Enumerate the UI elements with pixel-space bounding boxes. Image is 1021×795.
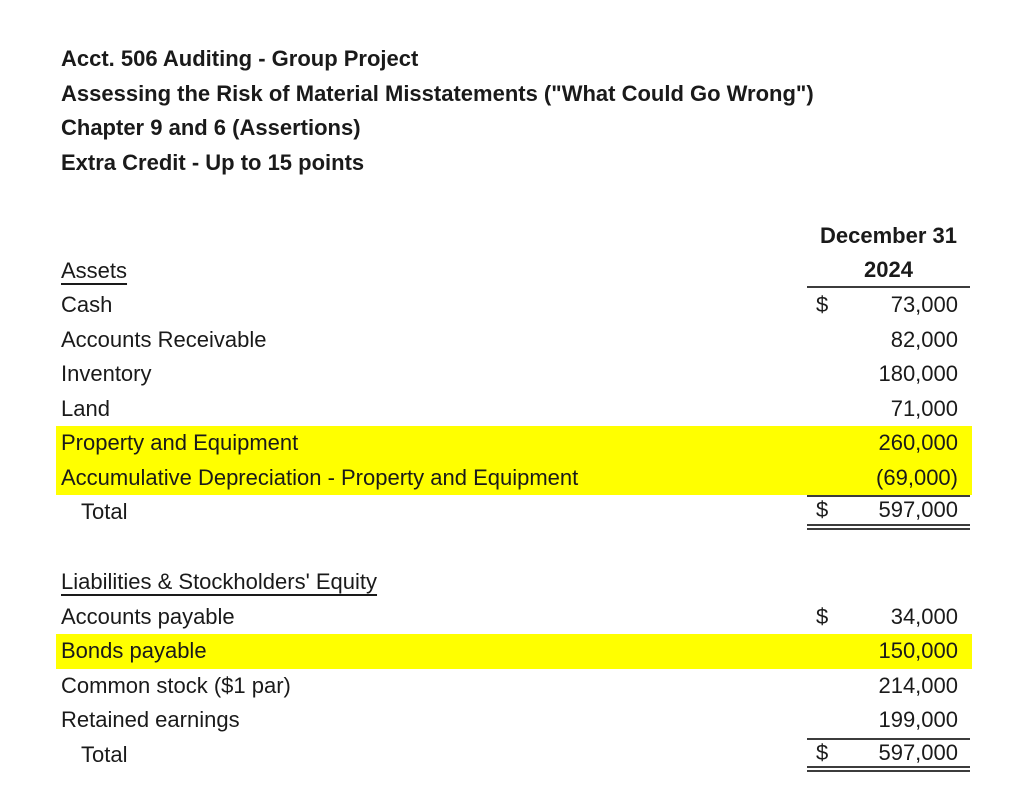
row-label: Bonds payable [61, 638, 207, 664]
row-amount: 73,000 [890, 292, 958, 318]
table-row: Inventory 180,000 [56, 357, 972, 392]
balance-sheet-table: December 31 Assets 2024 Cash $ 73,000 Ac… [56, 219, 972, 772]
assets-section-title: Assets [61, 257, 128, 283]
worksheet: Acct. 506 Auditing - Group Project Asses… [0, 0, 1021, 795]
assets-total-row: Total $ 597,000 [56, 495, 972, 530]
row-label: Inventory [61, 361, 152, 387]
row-amount: 214,000 [878, 672, 958, 698]
empty-header-cell [807, 565, 970, 600]
row-label: Property and Equipment [61, 430, 299, 456]
row-label: Cash [61, 292, 113, 318]
row-label: Accumulative Depreciation - Property and… [61, 464, 579, 490]
document-title-block: Acct. 506 Auditing - Group Project Asses… [61, 42, 814, 181]
title-line-course: Acct. 506 Auditing - Group Project [61, 46, 419, 71]
row-label: Land [61, 395, 110, 421]
row-amount: 34,000 [890, 603, 958, 629]
row-amount: (69,000) [876, 464, 958, 490]
row-label: Retained earnings [61, 707, 240, 733]
date-column-header: December 31 [820, 223, 957, 249]
table-row: Common stock ($1 par) 214,000 [56, 669, 972, 704]
row-amount: 150,000 [878, 638, 958, 664]
amount-cell: 150,000 [807, 634, 970, 669]
currency-symbol: $ [816, 497, 829, 523]
total-label: Total [81, 499, 128, 525]
table-row-highlighted: Bonds payable 150,000 [56, 634, 972, 669]
total-label: Total [81, 741, 128, 767]
row-amount: 180,000 [878, 361, 958, 387]
total-amount: 597,000 [878, 497, 958, 523]
amount-cell: 199,000 [807, 703, 970, 738]
title-line-extra-credit: Extra Credit - Up to 15 points [61, 150, 365, 176]
table-row: Land 71,000 [56, 392, 972, 427]
row-amount: 71,000 [890, 395, 958, 421]
amount-cell: $ 34,000 [807, 600, 970, 635]
table-row-highlighted: Accumulative Depreciation - Property and… [56, 460, 972, 496]
year-column-header: 2024 [807, 254, 970, 288]
table-row: December 31 [56, 219, 972, 254]
currency-symbol: $ [816, 603, 829, 629]
liabilities-total-row: Total $ 597,000 [56, 737, 972, 772]
currency-symbol: $ [816, 739, 829, 765]
title-line-subject: Assessing the Risk of Material Misstatem… [61, 80, 814, 106]
row-amount: 82,000 [890, 326, 958, 352]
amount-cell: $ 73,000 [807, 288, 970, 323]
amount-cell: 180,000 [807, 357, 970, 392]
row-label: Accounts payable [61, 603, 235, 629]
row-amount: 260,000 [878, 430, 958, 456]
amount-cell: (69,000) [807, 461, 970, 496]
table-row-highlighted: Property and Equipment 260,000 [56, 426, 972, 461]
amount-cell: 214,000 [807, 669, 970, 704]
table-row: Accounts Receivable 82,000 [56, 323, 972, 358]
table-row: Cash $ 73,000 [56, 288, 972, 323]
title-line-chapters: Chapter 9 and 6 (Assertions) [61, 115, 361, 141]
total-amount: 597,000 [878, 739, 958, 765]
table-row: Liabilities & Stockholders' Equity [56, 565, 972, 600]
row-label: Accounts Receivable [61, 326, 267, 352]
total-amount-cell: $ 597,000 [807, 737, 970, 772]
table-row: Retained earnings 199,000 [56, 703, 972, 738]
total-amount-cell: $ 597,000 [807, 495, 970, 530]
amount-cell: 82,000 [807, 323, 970, 358]
row-label: Common stock ($1 par) [61, 672, 291, 698]
liabilities-section-title: Liabilities & Stockholders' Equity [61, 569, 378, 595]
amount-cell: 71,000 [807, 392, 970, 427]
row-amount: 199,000 [878, 707, 958, 733]
table-row: Accounts payable $ 34,000 [56, 600, 972, 635]
currency-symbol: $ [816, 292, 829, 318]
table-row: Assets 2024 [56, 254, 972, 288]
amount-cell: 260,000 [807, 426, 970, 461]
